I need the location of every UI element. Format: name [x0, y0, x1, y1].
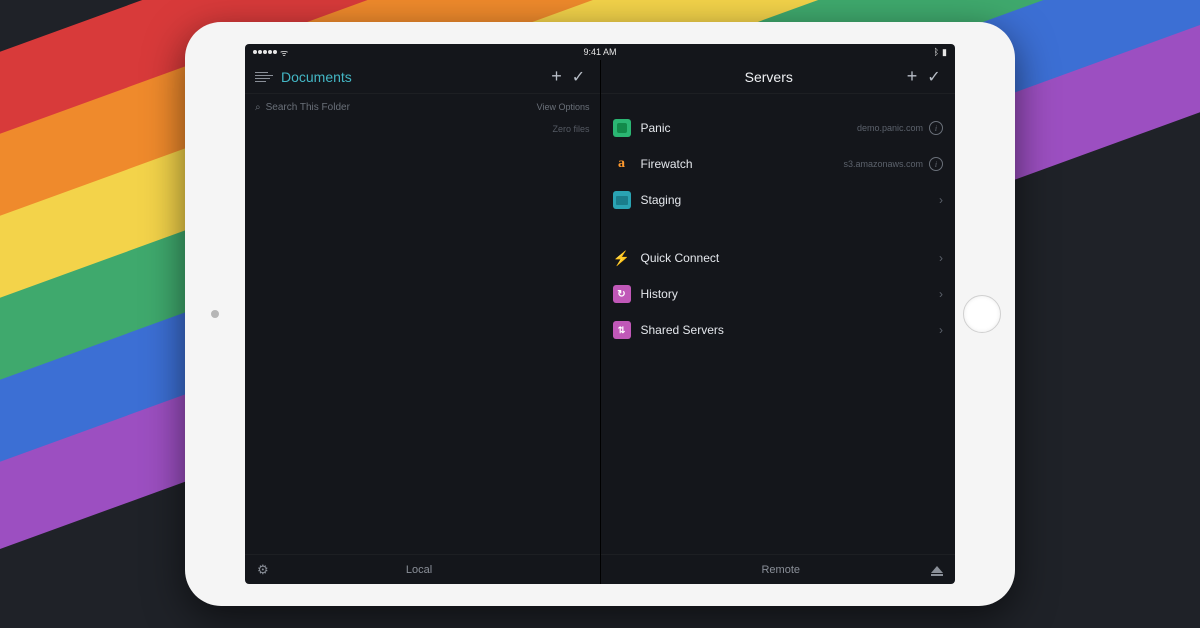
servers-titlebar: Servers + ✓	[601, 60, 956, 94]
documents-title: Documents	[281, 69, 546, 85]
eject-button[interactable]	[931, 566, 943, 573]
shared-icon: ⇅	[613, 321, 631, 339]
history-icon: ↻	[613, 285, 631, 303]
server-label: Panic	[641, 121, 857, 135]
chevron-right-icon: ›	[939, 323, 943, 337]
server-row-firewatch[interactable]: a Firewatch s3.amazonaws.com i	[601, 146, 956, 182]
documents-bottombar: ⚙ Local	[245, 554, 600, 584]
settings-button[interactable]: ⚙	[257, 562, 269, 578]
quick-connect-row[interactable]: ⚡ Quick Connect ›	[601, 240, 956, 276]
chevron-right-icon: ›	[939, 287, 943, 301]
chevron-right-icon: ›	[939, 193, 943, 207]
server-label: Firewatch	[641, 157, 844, 171]
bolt-icon: ⚡	[613, 249, 631, 267]
empty-state-label: Zero files	[245, 120, 600, 134]
add-server-button[interactable]: +	[901, 66, 923, 87]
wifi-icon: ᯤ	[280, 46, 288, 59]
select-documents-button[interactable]: ✓	[568, 67, 590, 87]
server-label: Staging	[641, 193, 940, 207]
local-tab-label[interactable]: Local	[269, 564, 570, 576]
view-options-link[interactable]: View Options	[537, 102, 590, 112]
servers-pane: Servers + ✓ Panic demo.panic.com i a	[601, 60, 956, 584]
server-subtitle: s3.amazonaws.com	[843, 159, 923, 169]
info-icon[interactable]: i	[929, 121, 943, 135]
documents-pane: Documents + ✓ ⌕ Search This Folder View …	[245, 60, 601, 584]
app-screen: ᯤ 9:41 AM ᛒ ▮ Documents + ✓ ⌕ Search Thi…	[245, 44, 955, 584]
server-row-panic[interactable]: Panic demo.panic.com i	[601, 110, 956, 146]
server-subtitle: demo.panic.com	[857, 123, 923, 133]
info-icon[interactable]: i	[929, 157, 943, 171]
server-row-staging[interactable]: Staging ›	[601, 182, 956, 218]
history-row[interactable]: ↻ History ›	[601, 276, 956, 312]
action-label: Shared Servers	[641, 323, 940, 337]
documents-titlebar: Documents + ✓	[245, 60, 600, 94]
bluetooth-icon: ᛒ	[934, 47, 939, 57]
status-time: 9:41 AM	[245, 47, 955, 57]
search-icon: ⌕	[255, 102, 261, 113]
search-row[interactable]: ⌕ Search This Folder View Options	[245, 94, 600, 120]
folder-icon	[613, 191, 631, 209]
battery-icon: ▮	[942, 47, 947, 58]
action-label: History	[641, 287, 940, 301]
add-document-button[interactable]: +	[546, 66, 568, 87]
signal-icon	[253, 50, 277, 54]
select-servers-button[interactable]: ✓	[923, 67, 945, 87]
tablet-camera	[211, 310, 219, 318]
home-button[interactable]	[963, 295, 1001, 333]
remote-tab-label[interactable]: Remote	[631, 564, 932, 576]
menu-icon[interactable]	[255, 72, 273, 82]
search-placeholder: Search This Folder	[266, 102, 537, 113]
chevron-right-icon: ›	[939, 251, 943, 265]
firewatch-icon: a	[613, 155, 631, 173]
tablet-frame: ᯤ 9:41 AM ᛒ ▮ Documents + ✓ ⌕ Search Thi…	[185, 22, 1015, 606]
servers-title: Servers	[637, 69, 902, 85]
panic-icon	[613, 119, 631, 137]
shared-servers-row[interactable]: ⇅ Shared Servers ›	[601, 312, 956, 348]
action-label: Quick Connect	[641, 251, 940, 265]
servers-bottombar: Remote	[601, 554, 956, 584]
status-bar: ᯤ 9:41 AM ᛒ ▮	[245, 44, 955, 60]
